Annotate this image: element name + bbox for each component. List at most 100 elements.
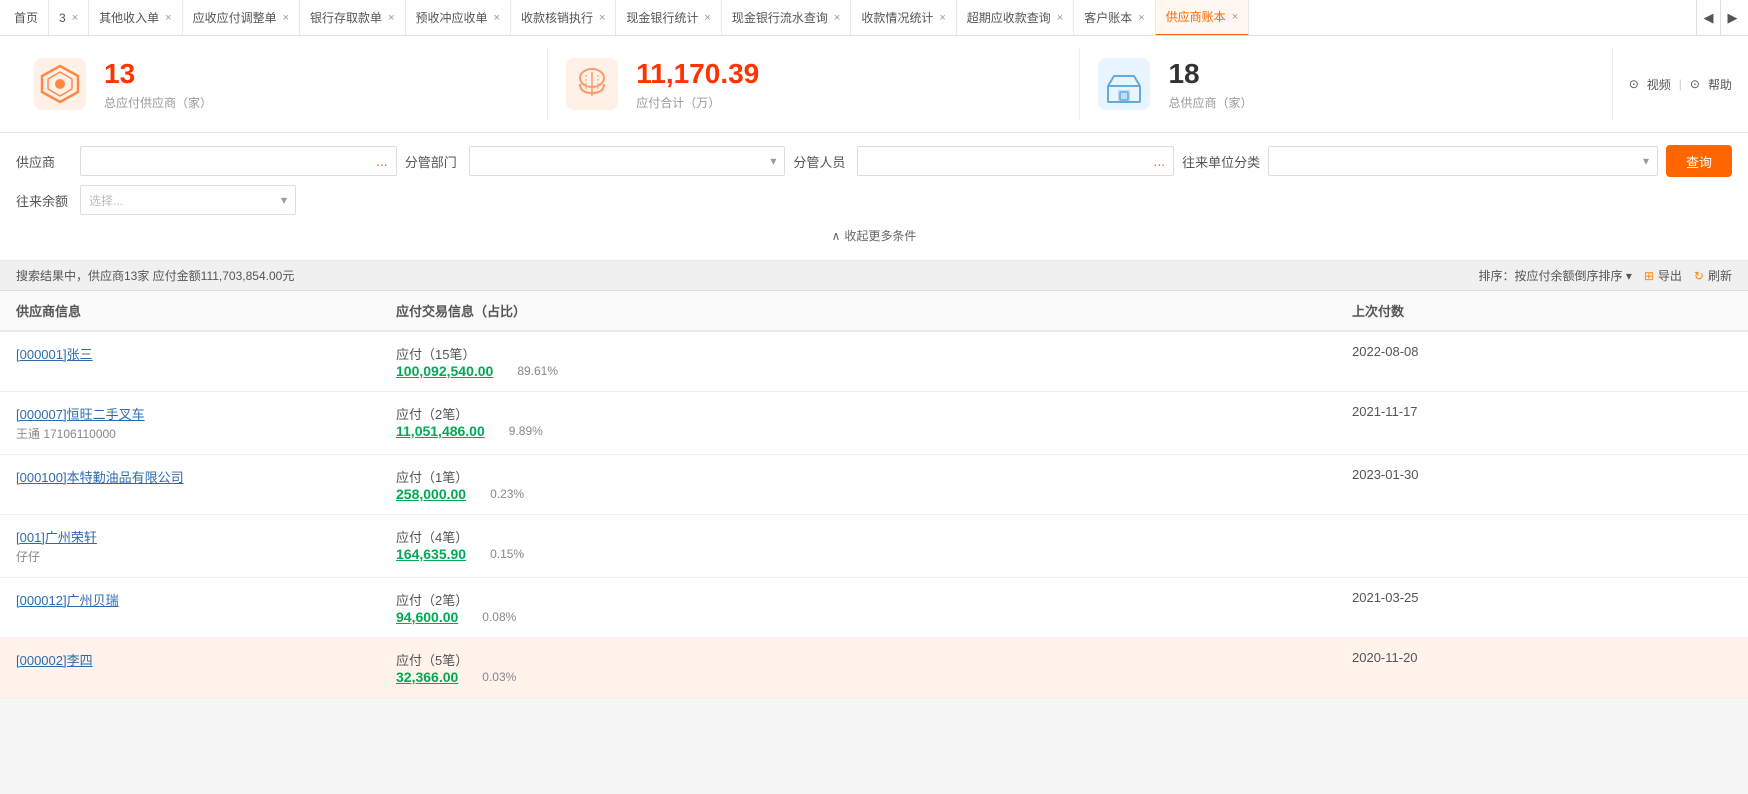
supplier-input[interactable] (89, 154, 376, 168)
col-header-extra (1552, 301, 1732, 320)
lastpay-date-row1: 2022-08-08 (1352, 344, 1552, 359)
supplier-link-row3[interactable]: [000100]本特勤油品有限公司 (16, 470, 184, 485)
nav-tab-cash-bank-stat[interactable]: 现金银行统计× (616, 0, 721, 36)
top-right-links: ⊙ 视频 | ⊙ 帮助 (1613, 76, 1732, 93)
trans-pct-row2: 9.89% (509, 424, 543, 438)
dept-field: 分管部门 ▾ (405, 146, 786, 176)
col-header-supplier: 供应商信息 (16, 301, 396, 320)
help-link[interactable]: 帮助 (1708, 76, 1732, 93)
collapse-button[interactable]: ∧ 收起更多条件 (16, 223, 1732, 248)
supplier-col-row2: [000007]恒旺二手叉车王通 17106110000 (16, 404, 396, 442)
supplier-link-row4[interactable]: [001]广州荣轩 (16, 530, 97, 545)
close-tab-customer-book[interactable]: × (1138, 12, 1144, 24)
supplier-col-row4: [001]广州荣轩仔仔 (16, 527, 396, 565)
lastpay-date-row5: 2021-03-25 (1352, 590, 1552, 605)
refresh-icon: ↻ (1694, 269, 1704, 283)
trans-label-row4: 应付（4笔） (396, 527, 1352, 546)
transaction-col-row1: 应付（15笔）100,092,540.0089.61% (396, 344, 1352, 379)
export-button[interactable]: ⊞ 导出 (1644, 267, 1682, 284)
card3-info: 18 总供应商（家） (1168, 57, 1595, 112)
supplier-link-row2[interactable]: [000007]恒旺二手叉车 (16, 407, 145, 422)
close-tab-bank-deposit[interactable]: × (388, 12, 394, 24)
refresh-button[interactable]: ↻ 刷新 (1694, 267, 1732, 284)
balance-dropdown-arrow: ▾ (281, 193, 287, 207)
export-icon: ⊞ (1644, 269, 1654, 283)
trans-pct-row3: 0.23% (490, 487, 524, 501)
nav-tab-bank-deposit[interactable]: 银行存取款单× (300, 0, 405, 36)
person-input-wrap[interactable]: ... (857, 146, 1174, 176)
close-tab-cash-bank-flow[interactable]: × (834, 12, 840, 24)
person-label: 分管人员 (793, 152, 849, 171)
lastpay-col-row2: 2021-11-17 (1352, 404, 1552, 419)
nav-tab-receipt-stat[interactable]: 收款情况统计× (851, 0, 956, 36)
supplier-link-row5[interactable]: [000012]广州贝瑞 (16, 593, 119, 608)
result-bar: 搜索结果中，供应商13家 应付金额111,703,854.00元 排序：按应付余… (0, 261, 1748, 291)
transaction-col-row6: 应付（5笔）32,366.000.03% (396, 650, 1352, 685)
table-row: [000100]本特勤油品有限公司应付（1笔）258,000.000.23%20… (0, 455, 1748, 515)
supplier-link-row1[interactable]: [000001]张三 (16, 347, 93, 362)
dept-dropdown[interactable]: ▾ (469, 146, 786, 176)
nav-tab-tab3[interactable]: 3× (49, 0, 89, 36)
trans-pct-row6: 0.03% (482, 670, 516, 684)
close-tab-supplier-book[interactable]: × (1232, 11, 1238, 23)
trans-amount-row3[interactable]: 258,000.00 (396, 486, 466, 502)
trans-amount-row1[interactable]: 100,092,540.00 (396, 363, 493, 379)
nav-tab-advance-ar[interactable]: 预收冲应收单× (406, 0, 511, 36)
close-tab-cash-bank-stat[interactable]: × (704, 12, 710, 24)
table-body: [000001]张三应付（15笔）100,092,540.0089.61%202… (0, 332, 1748, 698)
person-field: 分管人员 ... (793, 146, 1174, 176)
search-row-2: 往来余额 选择... ▾ (16, 185, 1732, 215)
supplier-link-row6[interactable]: [000002]李四 (16, 653, 93, 668)
query-button[interactable]: 查询 (1666, 145, 1732, 177)
lastpay-col-row5: 2021-03-25 (1352, 590, 1552, 605)
supplier-input-wrap[interactable]: ... (80, 146, 397, 176)
person-ellipsis[interactable]: ... (1153, 153, 1165, 169)
nav-tab-cash-bank-flow[interactable]: 现金银行流水查询× (722, 0, 851, 36)
trans-pct-row5: 0.08% (482, 610, 516, 624)
close-tab-ar-ap-adjust[interactable]: × (283, 12, 289, 24)
trans-amount-row2[interactable]: 11,051,486.00 (396, 423, 485, 439)
trans-amount-row4[interactable]: 164,635.90 (396, 546, 466, 562)
video-link[interactable]: 视频 (1647, 76, 1671, 93)
trans-pct-row1: 89.61% (517, 364, 558, 378)
trans-amount-row6[interactable]: 32,366.00 (396, 669, 458, 685)
nav-tab-ar-ap-adjust[interactable]: 应收应付调整单× (183, 0, 300, 36)
trans-amount-row5[interactable]: 94,600.00 (396, 609, 458, 625)
collapse-arrow-icon: ∧ (832, 229, 841, 243)
col-header-transaction: 应付交易信息（占比） (396, 301, 1352, 320)
nav-arrow-left[interactable]: ◀ (1696, 0, 1720, 36)
sort-label: 排序：按应付余额倒序排序 (1478, 269, 1622, 283)
card2-icon (564, 56, 620, 112)
category-dropdown[interactable]: ▾ (1268, 146, 1658, 176)
nav-tab-other-income[interactable]: 其他收入单× (89, 0, 182, 36)
close-tab-overdue-ar[interactable]: × (1057, 12, 1063, 24)
transaction-col-row2: 应付（2笔）11,051,486.009.89% (396, 404, 1352, 439)
collapse-row: ∧ 收起更多条件 (16, 223, 1732, 248)
close-tab-receipt-stat[interactable]: × (939, 12, 945, 24)
balance-label: 往来余额 (16, 191, 72, 210)
trans-row-row2: 11,051,486.00 9.89% (396, 423, 1352, 439)
trans-row-row5: 94,600.00 0.08% (396, 609, 1352, 625)
collapse-label: 收起更多条件 (844, 227, 916, 244)
col-header-lastpay: 上次付数 (1352, 301, 1552, 320)
nav-tab-supplier-book[interactable]: 供应商账本× (1156, 0, 1249, 36)
lastpay-col-row6: 2020-11-20 (1352, 650, 1552, 665)
close-tab-receipt-verify[interactable]: × (599, 12, 605, 24)
result-summary: 搜索结果中，供应商13家 应付金额111,703,854.00元 (16, 267, 294, 284)
close-tab-other-income[interactable]: × (165, 12, 171, 24)
nav-arrow-right[interactable]: ▶ (1720, 0, 1744, 36)
sort-select[interactable]: 排序：按应付余额倒序排序 ▾ (1478, 267, 1631, 284)
category-field: 往来单位分类 ▾ (1182, 146, 1658, 176)
table-row: [000012]广州贝瑞应付（2笔）94,600.000.08%2021-03-… (0, 578, 1748, 638)
supplier-ellipsis[interactable]: ... (376, 153, 388, 169)
balance-field: 往来余额 选择... ▾ (16, 185, 296, 215)
close-tab-advance-ar[interactable]: × (494, 12, 500, 24)
balance-dropdown[interactable]: 选择... ▾ (80, 185, 296, 215)
table-row: [001]广州荣轩仔仔应付（4笔）164,635.900.15% (0, 515, 1748, 578)
person-input[interactable] (866, 154, 1153, 168)
nav-tab-home[interactable]: 首页 (4, 0, 49, 36)
nav-tab-customer-book[interactable]: 客户账本× (1074, 0, 1155, 36)
nav-tab-overdue-ar[interactable]: 超期应收款查询× (957, 0, 1074, 36)
close-tab-tab3[interactable]: × (72, 12, 78, 24)
nav-tab-receipt-verify[interactable]: 收款核销执行× (511, 0, 616, 36)
